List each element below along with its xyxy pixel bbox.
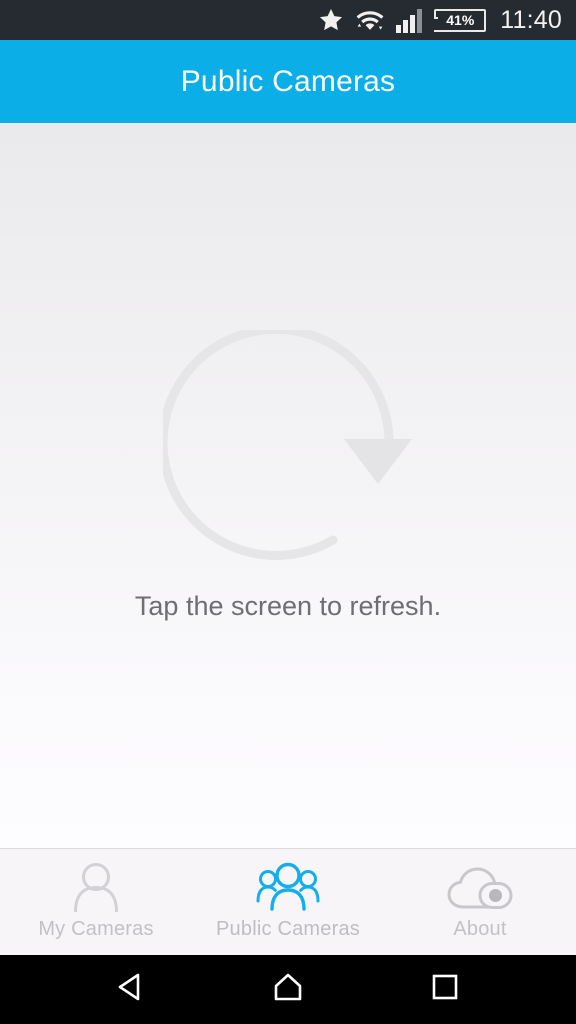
tab-about[interactable]: About [384,849,576,955]
people-group-icon [256,860,320,914]
tab-my-cameras[interactable]: My Cameras [0,849,192,955]
tab-label-about: About [453,918,507,940]
star-icon [318,7,344,33]
refresh-hint-text: Tap the screen to refresh. [134,591,442,621]
square-icon [428,970,462,1009]
home-button[interactable] [256,958,320,1022]
battery-level: 41% [446,12,475,28]
status-bar-clock: 11:40 [500,5,562,34]
bottom-tab-bar: My Cameras Public Cameras About [0,849,576,955]
wifi-icon [355,7,385,33]
refresh-circular-arrow-icon [163,330,413,570]
cloud-camera-icon [447,860,513,914]
tab-label-my-cameras: My Cameras [38,918,154,940]
tab-label-public-cameras: Public Cameras [216,918,360,940]
status-bar: 41% 11:40 [0,0,576,40]
app-bar: Public Cameras [0,40,576,123]
cellular-signal-icon [396,8,423,33]
recents-button[interactable] [413,958,477,1022]
phone-screen: 41% 11:40 Public Cameras Tap the screen … [0,0,576,1024]
page-title: Public Cameras [180,64,396,98]
home-icon [271,970,305,1009]
back-button[interactable] [99,958,163,1022]
android-navigation-bar [0,955,576,1024]
tab-public-cameras[interactable]: Public Cameras [192,849,384,955]
triangle-left-icon [114,970,148,1009]
person-icon [69,860,123,914]
content-refresh-area[interactable]: Tap the screen to refresh. [0,123,576,849]
battery-icon: 41% [434,8,487,32]
